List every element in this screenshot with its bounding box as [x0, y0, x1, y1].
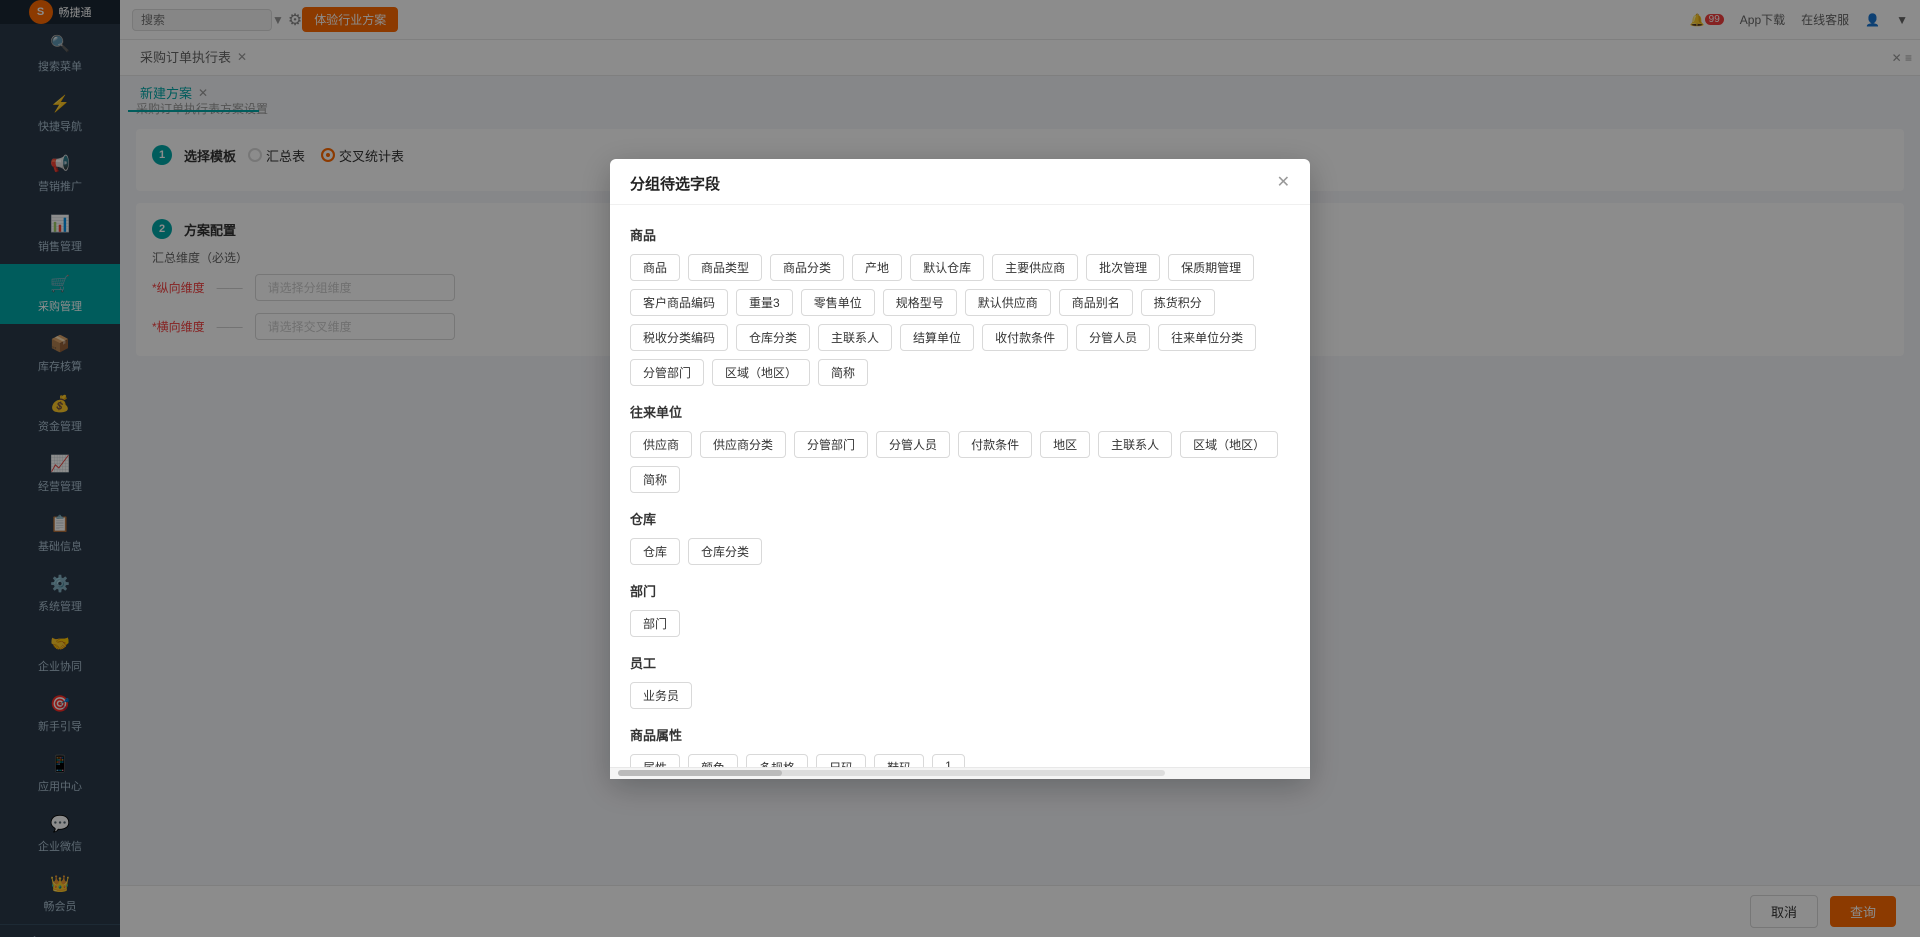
field-tag-简称[interactable]: 简称: [630, 466, 680, 493]
section-title-warehouse: 仓库: [630, 509, 1290, 528]
field-grid-partner: 供应商供应商分类分管部门分管人员付款条件地区主联系人区域（地区） 简称: [630, 431, 1290, 493]
field-tag-属性[interactable]: 属性: [630, 754, 680, 767]
field-tag-默认供应商[interactable]: 默认供应商: [965, 289, 1051, 316]
field-tag-税收分类编码[interactable]: 税收分类编码: [630, 324, 728, 351]
field-tag-主联系人[interactable]: 主联系人: [818, 324, 892, 351]
field-tag-供应商分类[interactable]: 供应商分类: [700, 431, 786, 458]
field-grid-warehouse: 仓库仓库分类: [630, 538, 1290, 565]
field-tag-付款条件[interactable]: 付款条件: [958, 431, 1032, 458]
field-tag-收付款条件[interactable]: 收付款条件: [982, 324, 1068, 351]
field-tag-供应商[interactable]: 供应商: [630, 431, 692, 458]
field-tag-分管部门[interactable]: 分管部门: [794, 431, 868, 458]
field-tag-结算单位[interactable]: 结算单位: [900, 324, 974, 351]
field-tag-业务员[interactable]: 业务员: [630, 682, 692, 709]
field-grid-goods: 商品商品类型商品分类产地默认仓库主要供应商批次管理保质期管理客户商品编码重量3 零…: [630, 254, 1290, 386]
field-tag-商品[interactable]: 商品: [630, 254, 680, 281]
field-tag-批次管理[interactable]: 批次管理: [1086, 254, 1160, 281]
section-title-partner: 往来单位: [630, 402, 1290, 421]
field-tag-鞋码[interactable]: 鞋码: [874, 754, 924, 767]
field-tag-仓库分类[interactable]: 仓库分类: [736, 324, 810, 351]
modal-header: 分组待选字段 ✕: [610, 159, 1310, 205]
field-tag-仓库分类[interactable]: 仓库分类: [688, 538, 762, 565]
field-tag-分管部门[interactable]: 分管部门: [630, 359, 704, 386]
field-tag-商品类型[interactable]: 商品类型: [688, 254, 762, 281]
field-tag-往来单位分类[interactable]: 往来单位分类: [1158, 324, 1256, 351]
field-tag-部门[interactable]: 部门: [630, 610, 680, 637]
field-tag-尺码[interactable]: 尺码: [816, 754, 866, 767]
section-title-department: 部门: [630, 581, 1290, 600]
field-tag-保质期管理[interactable]: 保质期管理: [1168, 254, 1254, 281]
field-tag-拣货积分[interactable]: 拣货积分: [1141, 289, 1215, 316]
modal-close-button[interactable]: ✕: [1277, 175, 1290, 191]
field-tag-简称[interactable]: 简称: [818, 359, 868, 386]
field-tag-默认仓库[interactable]: 默认仓库: [910, 254, 984, 281]
field-tag-商品别名[interactable]: 商品别名: [1059, 289, 1133, 316]
modal-title: 分组待选字段: [630, 173, 720, 194]
field-tag-地区[interactable]: 地区: [1040, 431, 1090, 458]
field-grid-department: 部门: [630, 610, 1290, 637]
field-tag-主联系人[interactable]: 主联系人: [1098, 431, 1172, 458]
field-tag-主要供应商[interactable]: 主要供应商: [992, 254, 1078, 281]
field-tag-商品分类[interactable]: 商品分类: [770, 254, 844, 281]
field-tag-1[interactable]: 1: [932, 754, 965, 767]
field-tag-产地[interactable]: 产地: [852, 254, 902, 281]
field-tag-客户商品编码[interactable]: 客户商品编码: [630, 289, 728, 316]
section-title-goods: 商品: [630, 225, 1290, 244]
field-tag-规格型号[interactable]: 规格型号: [883, 289, 957, 316]
modal-overlay: 分组待选字段 ✕ 商品商品商品类型商品分类产地默认仓库主要供应商批次管理保质期管…: [0, 0, 1920, 937]
modal-dialog: 分组待选字段 ✕ 商品商品商品类型商品分类产地默认仓库主要供应商批次管理保质期管…: [610, 159, 1310, 779]
modal-hscrollbar[interactable]: [610, 767, 1310, 779]
field-tag-仓库[interactable]: 仓库: [630, 538, 680, 565]
section-title-goods-attr: 商品属性: [630, 725, 1290, 744]
field-tag-重量3[interactable]: 重量3: [736, 289, 793, 316]
field-tag-区域（地区）[interactable]: 区域（地区）: [1180, 431, 1278, 458]
field-tag-多规格[interactable]: 多规格: [746, 754, 808, 767]
field-tag-分管人员[interactable]: 分管人员: [876, 431, 950, 458]
field-tag-区域（地区）[interactable]: 区域（地区）: [712, 359, 810, 386]
section-title-employee: 员工: [630, 653, 1290, 672]
field-grid-employee: 业务员: [630, 682, 1290, 709]
modal-body[interactable]: 商品商品商品类型商品分类产地默认仓库主要供应商批次管理保质期管理客户商品编码重量…: [610, 205, 1310, 767]
field-tag-零售单位[interactable]: 零售单位: [801, 289, 875, 316]
field-tag-分管人员[interactable]: 分管人员: [1076, 324, 1150, 351]
field-grid-goods-attr: 属性颜色多规格尺码鞋码 1: [630, 754, 1290, 767]
field-tag-颜色[interactable]: 颜色: [688, 754, 738, 767]
